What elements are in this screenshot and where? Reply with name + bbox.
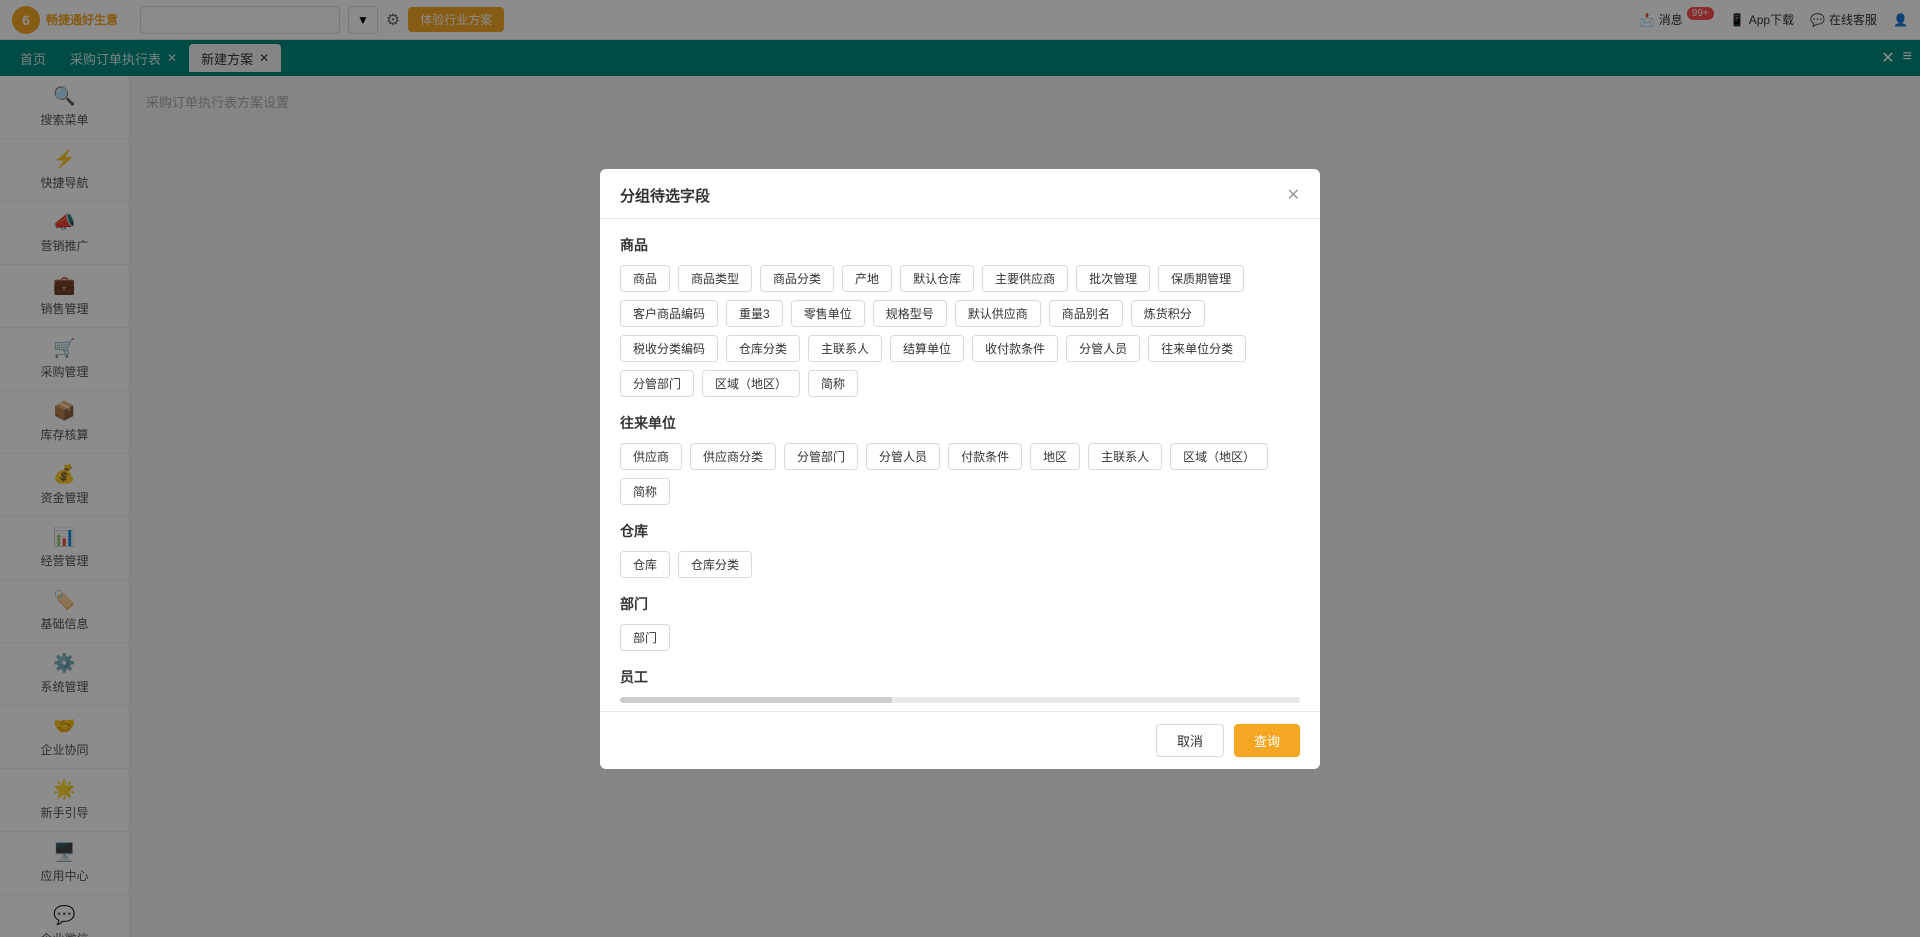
- field-tag[interactable]: 商品类型: [678, 265, 752, 292]
- field-tag[interactable]: 区域（地区）: [1170, 443, 1268, 470]
- field-tag[interactable]: 保质期管理: [1158, 265, 1244, 292]
- field-tag[interactable]: 零售单位: [791, 300, 865, 327]
- modal-hscroll-container[interactable]: [600, 693, 1320, 711]
- section-product-title: 商品: [620, 235, 1300, 255]
- section-warehouse-tags: 仓库仓库分类: [620, 551, 1300, 578]
- field-tag[interactable]: 商品分类: [760, 265, 834, 292]
- field-tag[interactable]: 供应商: [620, 443, 682, 470]
- field-tag[interactable]: 供应商分类: [690, 443, 776, 470]
- field-tag[interactable]: 地区: [1030, 443, 1080, 470]
- modal-close-icon[interactable]: ✕: [1287, 185, 1300, 205]
- field-tag[interactable]: 仓库: [620, 551, 670, 578]
- section-product-tags: 商品商品类型商品分类产地默认仓库主要供应商批次管理保质期管理客户商品编码重量3 零…: [620, 265, 1300, 397]
- field-tag[interactable]: 主联系人: [1088, 443, 1162, 470]
- field-tag[interactable]: 默认供应商: [955, 300, 1041, 327]
- section-department-tags: 部门: [620, 624, 1300, 651]
- section-partner-title: 往来单位: [620, 413, 1300, 433]
- field-tag[interactable]: 部门: [620, 624, 670, 651]
- field-tag[interactable]: 批次管理: [1076, 265, 1150, 292]
- field-tag[interactable]: 收付款条件: [972, 335, 1058, 362]
- field-tag[interactable]: 简称: [808, 370, 858, 397]
- field-tag[interactable]: 区域（地区）: [702, 370, 800, 397]
- modal-hscroll-thumb[interactable]: [620, 697, 892, 703]
- field-tag[interactable]: 往来单位分类: [1148, 335, 1246, 362]
- field-tag[interactable]: 默认仓库: [900, 265, 974, 292]
- cancel-button[interactable]: 取消: [1156, 724, 1224, 757]
- modal-overlay: 分组待选字段 ✕ 商品 商品商品类型商品分类产地默认仓库主要供应商批次管理保质期…: [0, 0, 1920, 937]
- field-tag[interactable]: 主要供应商: [982, 265, 1068, 292]
- section-warehouse: 仓库 仓库仓库分类: [620, 521, 1300, 578]
- section-department: 部门 部门: [620, 594, 1300, 651]
- field-tag[interactable]: 重量3: [726, 300, 783, 327]
- field-tag[interactable]: 商品别名: [1049, 300, 1123, 327]
- section-employee: 员工 业务员: [620, 667, 1300, 693]
- field-tag[interactable]: 简称: [620, 478, 670, 505]
- modal-dialog: 分组待选字段 ✕ 商品 商品商品类型商品分类产地默认仓库主要供应商批次管理保质期…: [600, 169, 1320, 769]
- field-tag[interactable]: 分管部门: [620, 370, 694, 397]
- section-product: 商品 商品商品类型商品分类产地默认仓库主要供应商批次管理保质期管理客户商品编码重…: [620, 235, 1300, 397]
- confirm-button[interactable]: 查询: [1234, 724, 1300, 757]
- field-tag[interactable]: 商品: [620, 265, 670, 292]
- field-tag[interactable]: 仓库分类: [726, 335, 800, 362]
- field-tag[interactable]: 炼货积分: [1131, 300, 1205, 327]
- modal-body: 商品 商品商品类型商品分类产地默认仓库主要供应商批次管理保质期管理客户商品编码重…: [600, 219, 1320, 693]
- field-tag[interactable]: 分管人员: [866, 443, 940, 470]
- field-tag[interactable]: 结算单位: [890, 335, 964, 362]
- field-tag[interactable]: 主联系人: [808, 335, 882, 362]
- section-department-title: 部门: [620, 594, 1300, 614]
- field-tag[interactable]: 分管部门: [784, 443, 858, 470]
- section-warehouse-title: 仓库: [620, 521, 1300, 541]
- field-tag[interactable]: 客户商品编码: [620, 300, 718, 327]
- field-tag[interactable]: 付款条件: [948, 443, 1022, 470]
- field-tag[interactable]: 分管人员: [1066, 335, 1140, 362]
- field-tag[interactable]: 产地: [842, 265, 892, 292]
- section-partner-tags: 供应商供应商分类分管部门分管人员付款条件地区主联系人区域（地区） 简称: [620, 443, 1300, 505]
- section-employee-title: 员工: [620, 667, 1300, 687]
- modal-footer: 取消 查询: [600, 711, 1320, 769]
- section-partner: 往来单位 供应商供应商分类分管部门分管人员付款条件地区主联系人区域（地区） 简称: [620, 413, 1300, 505]
- field-tag[interactable]: 税收分类编码: [620, 335, 718, 362]
- field-tag[interactable]: 规格型号: [873, 300, 947, 327]
- field-tag[interactable]: 仓库分类: [678, 551, 752, 578]
- modal-title: 分组待选字段: [620, 185, 710, 206]
- modal-header: 分组待选字段 ✕: [600, 169, 1320, 219]
